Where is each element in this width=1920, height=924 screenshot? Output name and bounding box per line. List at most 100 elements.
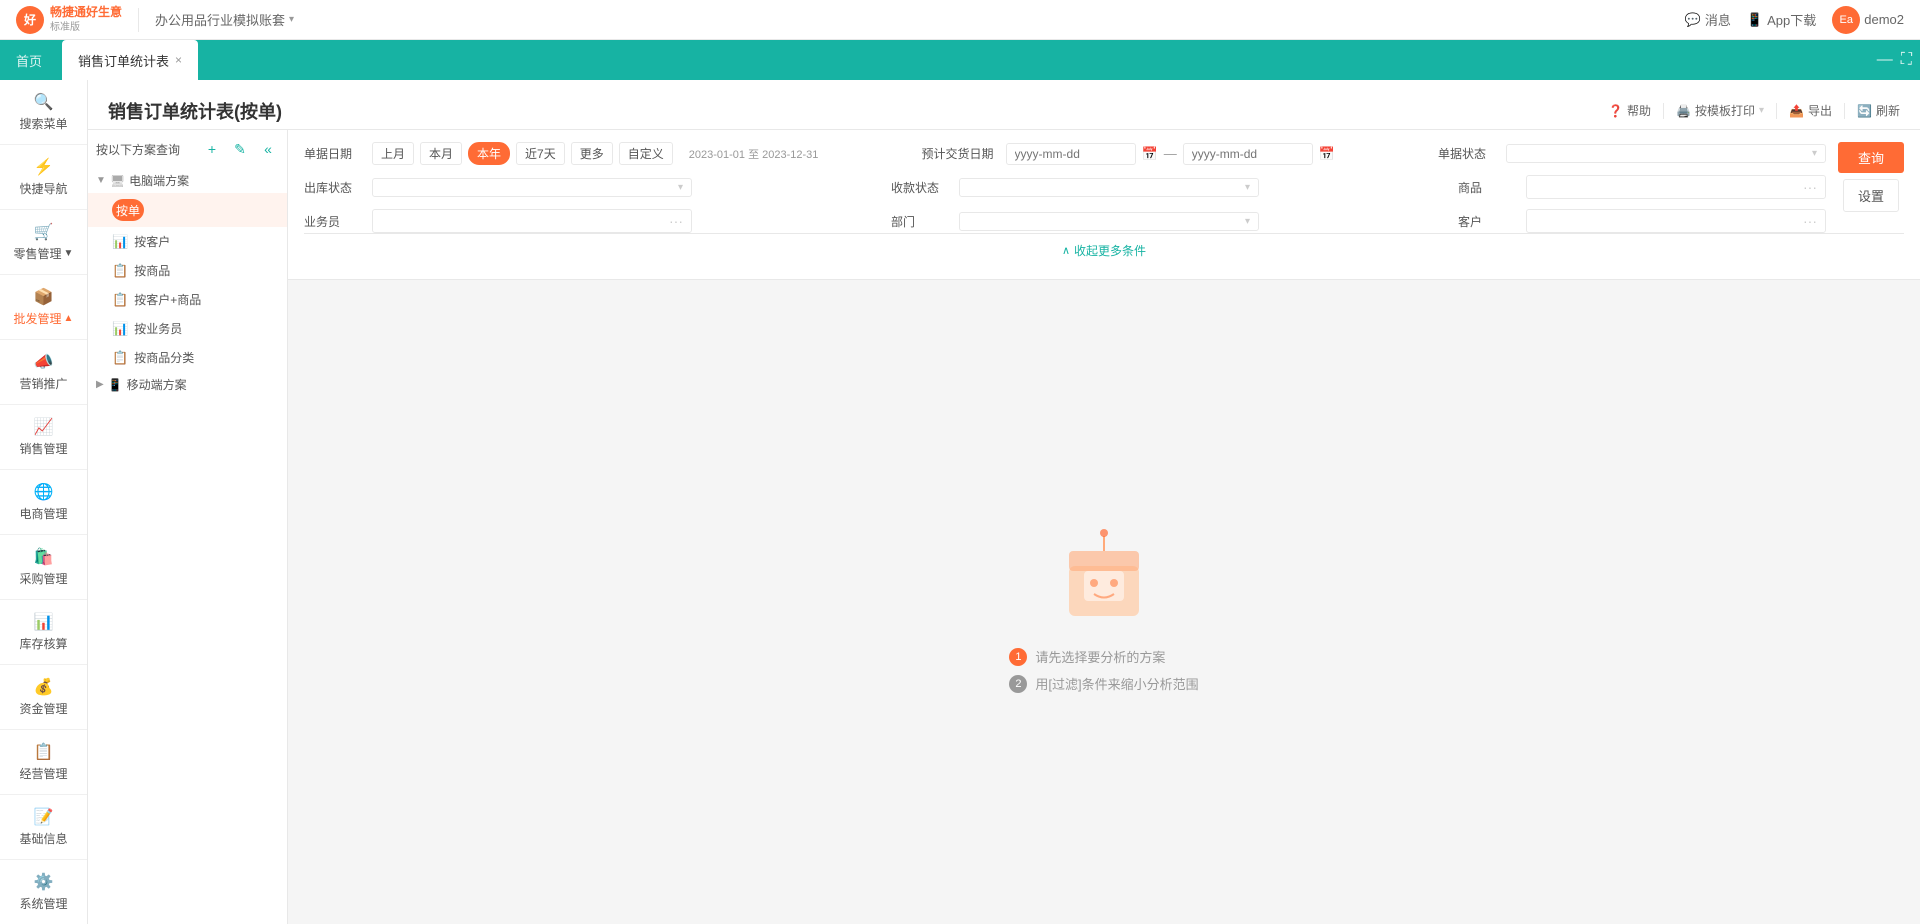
scheme-category-icon: 📋	[112, 350, 128, 366]
scheme-salesperson-icon: 📊	[112, 321, 128, 337]
outbound-select[interactable]: ▾	[372, 178, 692, 197]
expected-date-start-input[interactable]	[1006, 143, 1136, 165]
sidebar: 🔍 搜索菜单 ⚡ 快捷导航 🛒 零售管理 ▼ 📦 批发管理 ▲ 📣 营销推广	[0, 80, 88, 924]
scheme-item-by-category[interactable]: 📋 按商品分类	[88, 343, 287, 372]
active-scheme-badge: 按单	[112, 199, 144, 221]
tab-close-icon[interactable]: ×	[175, 53, 182, 67]
mobile-expand-icon: ▶	[96, 379, 104, 390]
sidebar-item-wholesale[interactable]: 📦 批发管理 ▲	[0, 275, 87, 340]
scheme-item-by-product[interactable]: 📋 按商品	[88, 256, 287, 285]
wholesale-arrow-icon: ▲	[64, 313, 74, 324]
maximize-icon[interactable]: ⛶	[1901, 51, 1912, 69]
date-btn-this-month[interactable]: 本月	[420, 142, 462, 165]
export-icon: 📤	[1789, 104, 1804, 118]
commodity-more-icon[interactable]: ···	[1803, 179, 1817, 195]
date-btn-7days[interactable]: 近7天	[516, 142, 565, 165]
top-bar-right: 💬 消息 📱 App下载 Ea demo2	[1685, 6, 1904, 34]
user-menu[interactable]: Ea demo2	[1832, 6, 1904, 34]
sidebar-item-operations[interactable]: 📋 经营管理	[0, 730, 87, 795]
export-button[interactable]: 📤 导出	[1789, 102, 1832, 119]
date-separator: —	[1164, 146, 1177, 161]
sidebar-item-sales[interactable]: 📈 销售管理	[0, 405, 87, 470]
sales-icon: 📈	[34, 417, 54, 437]
search-button[interactable]: 查询	[1838, 142, 1904, 173]
sidebar-item-purchase[interactable]: 🛍️ 采购管理	[0, 535, 87, 600]
filter-with-btns: 单据日期 上月 本月 本年	[304, 142, 1904, 233]
empty-hint-2: 2 用[过滤]条件来缩小分析范围	[1009, 674, 1198, 693]
date-btn-this-year[interactable]: 本年	[468, 142, 510, 165]
minimize-icon[interactable]: —	[1877, 51, 1893, 69]
scheme-item-by-salesperson[interactable]: 📊 按业务员	[88, 314, 287, 343]
add-scheme-button[interactable]: +	[201, 138, 223, 160]
tab-home[interactable]: 首页	[0, 40, 58, 80]
scheme-item-by-customer[interactable]: 📊 按客户	[88, 227, 287, 256]
date-btn-custom[interactable]: 自定义	[619, 142, 673, 165]
sidebar-item-search[interactable]: 🔍 搜索菜单	[0, 80, 87, 145]
expected-date-end-input[interactable]	[1183, 143, 1313, 165]
app-download-button[interactable]: 📱 App下载	[1747, 10, 1816, 29]
help-button[interactable]: ❓ 帮助	[1608, 102, 1651, 119]
sidebar-item-marketing[interactable]: 📣 营销推广	[0, 340, 87, 405]
left-panel: 按以下方案查询 + ✎ « ▼ 🖥 电脑端方案	[88, 130, 288, 924]
salesperson-more-icon[interactable]: ···	[669, 213, 683, 229]
print-button[interactable]: 🖨️ 按模板打印 ▾	[1676, 102, 1764, 119]
calendar-end-icon[interactable]: 📅	[1319, 146, 1335, 162]
payment-select[interactable]: ▾	[959, 178, 1259, 197]
date-btn-last-month[interactable]: 上月	[372, 142, 414, 165]
commodity-label: 商品	[1458, 179, 1514, 196]
top-bar: 好 畅捷通好生意 标准版 办公用品行业模拟账套 ▾ 💬 消息 📱 App下载 E…	[0, 0, 1920, 40]
dept-select[interactable]: ▾	[959, 212, 1259, 231]
status-label: 单据状态	[1438, 145, 1494, 162]
purchase-icon: 🛍️	[34, 547, 54, 567]
filter-fields: 单据日期 上月 本月 本年	[304, 142, 1826, 233]
hint-num-2: 2	[1009, 675, 1027, 693]
filter-row-3: 业务员 ··· 部门 ▾	[304, 209, 1826, 233]
dept-label: 部门	[891, 213, 947, 230]
customer-more-icon[interactable]: ···	[1803, 213, 1817, 229]
mobile-group-header[interactable]: ▶ 📱 移动端方案	[88, 372, 287, 397]
collapse-bar[interactable]: ∧ 收起更多条件	[304, 233, 1904, 267]
calendar-start-icon[interactable]: 📅	[1142, 146, 1158, 162]
logo-text: 畅捷通好生意 标准版	[50, 5, 122, 34]
logo-icon: 好	[16, 6, 44, 34]
scheme-item-by-customer-product[interactable]: 📋 按客户+商品	[88, 285, 287, 314]
retail-arrow-icon: ▼	[64, 248, 74, 259]
salesperson-select[interactable]: ···	[372, 209, 692, 233]
empty-hint-1: 1 请先选择要分析的方案	[1009, 647, 1198, 666]
sidebar-item-inventory[interactable]: 📊 库存核算	[0, 600, 87, 665]
edit-scheme-button[interactable]: ✎	[229, 138, 251, 160]
refresh-button[interactable]: 🔄 刷新	[1857, 102, 1900, 119]
scheme-item-by-order[interactable]: 按单	[88, 193, 287, 227]
customer-select[interactable]: ···	[1526, 209, 1826, 233]
expand-icon: ▼	[96, 175, 106, 186]
payment-dropdown-icon: ▾	[1245, 182, 1250, 193]
sidebar-item-finance[interactable]: 💰 资金管理	[0, 665, 87, 730]
content-area: 销售订单统计表(按单) ❓ 帮助 🖨️ 按模板打印 ▾ 📤 导出	[88, 80, 1920, 924]
avatar: Ea	[1832, 6, 1860, 34]
sidebar-item-ecommerce[interactable]: 🌐 电商管理	[0, 470, 87, 535]
content-split: 按以下方案查询 + ✎ « ▼ 🖥 电脑端方案	[88, 130, 1920, 924]
dept-dropdown-icon: ▾	[1245, 216, 1250, 227]
sidebar-item-system[interactable]: ⚙️ 系统管理	[0, 860, 87, 924]
customer-label: 客户	[1458, 213, 1514, 230]
sidebar-item-basic-info[interactable]: 📝 基础信息	[0, 795, 87, 860]
pc-scheme-group: ▼ 🖥 电脑端方案 按单 📊 按客户	[88, 168, 287, 372]
tab-sales-order-stats[interactable]: 销售订单统计表 ×	[62, 40, 198, 80]
collapse-panel-button[interactable]: «	[257, 138, 279, 160]
filter-row-2: 出库状态 ▾ 收款状态 ▾	[304, 175, 1826, 199]
pc-group-header[interactable]: ▼ 🖥 电脑端方案	[88, 168, 287, 193]
setting-button[interactable]: 设置	[1843, 179, 1899, 212]
help-icon: ❓	[1608, 104, 1623, 118]
main-layout: 🔍 搜索菜单 ⚡ 快捷导航 🛒 零售管理 ▼ 📦 批发管理 ▲ 📣 营销推广	[0, 80, 1920, 924]
date-range-text: 2023-01-01 至 2023-12-31	[689, 149, 819, 161]
sidebar-item-retail[interactable]: 🛒 零售管理 ▼	[0, 210, 87, 275]
status-select[interactable]: ▾	[1506, 144, 1826, 163]
collapse-text: 收起更多条件	[1074, 242, 1146, 259]
commodity-select[interactable]: ···	[1526, 175, 1826, 199]
message-button[interactable]: 💬 消息	[1685, 10, 1731, 29]
app-title[interactable]: 办公用品行业模拟账套 ▾	[155, 10, 294, 29]
sidebar-item-quick-nav[interactable]: ⚡ 快捷导航	[0, 145, 87, 210]
group-icon: 🖥	[110, 174, 125, 188]
system-icon: ⚙️	[34, 872, 54, 892]
date-btn-more[interactable]: 更多	[571, 142, 613, 165]
